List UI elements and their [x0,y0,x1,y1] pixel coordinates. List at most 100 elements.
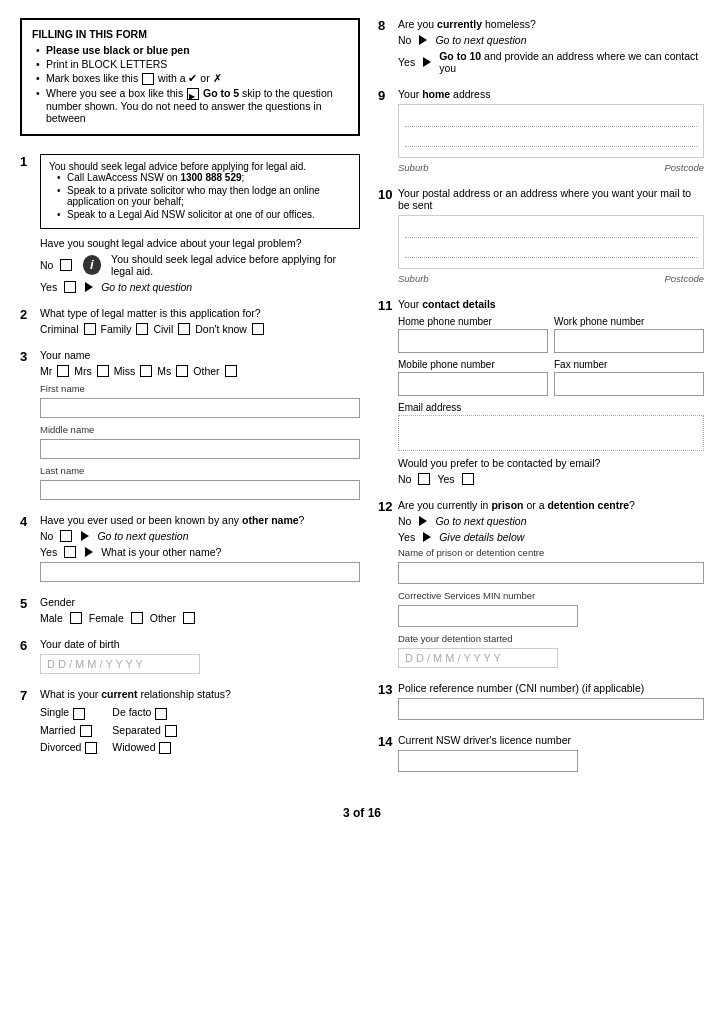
q3-number: 3 [20,349,36,364]
q5-number: 5 [20,596,36,611]
question-1: 1 You should seek legal advice before ap… [20,154,360,293]
q11-yes-label: Yes [437,473,454,485]
q3-middlename-input[interactable] [40,439,360,459]
q11-yes-checkbox[interactable] [462,473,474,485]
q1-no-label: No [40,259,53,271]
q3-lastname-input[interactable] [40,480,360,500]
q1-yes-checkbox[interactable] [64,281,76,293]
q3-lastname-label: Last name [40,465,360,476]
q13-input[interactable] [398,698,704,720]
q11-email-pref-row: Would you prefer to be contacted by emai… [398,457,704,469]
q1-info-icon: i [83,255,101,275]
q10-address-line2[interactable] [405,240,697,258]
q7-divorced-checkbox[interactable] [85,742,97,754]
q11-email-input[interactable] [398,415,704,451]
q4-no-checkbox[interactable] [60,530,72,542]
q11-email-label: Email address [398,402,704,413]
q6-date-input[interactable]: D D / M M / Y Y Y Y [40,654,200,674]
q3-miss-checkbox[interactable] [140,365,152,377]
q3-firstname-input[interactable] [40,398,360,418]
q11-email-pref-label: Would you prefer to be contacted by emai… [398,457,600,469]
q8-no-arrow [419,35,427,45]
question-9: 9 Your home address Suburb Postcode [378,88,704,173]
q7-widowed-checkbox[interactable] [159,742,171,754]
q9-address-line1[interactable] [405,109,697,127]
q11-fax-label: Fax number [554,359,704,370]
question-6: 6 Your date of birth D D / M M / Y Y Y Y [20,638,360,674]
q8-no-goto: Go to next question [435,34,526,46]
q5-other-checkbox[interactable] [183,612,195,624]
instructions-box: FILLING IN THIS FORM Please use black or… [20,18,360,136]
q11-home-phone-group: Home phone number [398,316,548,353]
q2-civil-checkbox[interactable] [178,323,190,335]
q4-goto-text: Go to next question [97,530,188,542]
q3-other-checkbox[interactable] [225,365,237,377]
q3-title-row: Mr Mrs Miss Ms Other [40,365,360,377]
q7-defacto-checkbox[interactable] [155,708,167,720]
question-4: 4 Have you ever used or been known by an… [20,514,360,582]
q7-separated-checkbox[interactable] [165,725,177,737]
q11-mobile-input[interactable] [398,372,548,396]
q2-label: What type of legal matter is this applic… [40,307,360,319]
q12-date-input[interactable]: D D / M M / Y Y Y Y [398,648,558,668]
question-14: 14 Current NSW driver's licence number [378,734,704,772]
q12-prison-input[interactable] [398,562,704,584]
q7-married-checkbox[interactable] [80,725,92,737]
q12-prison-label: Name of prison or detention centre [398,547,704,558]
q3-mr-checkbox[interactable] [57,365,69,377]
q12-no-row: No Go to next question [398,515,704,527]
q3-ms-checkbox[interactable] [176,365,188,377]
q2-criminal-checkbox[interactable] [84,323,96,335]
q10-postcode-label: Postcode [664,273,704,284]
q11-work-phone-input[interactable] [554,329,704,353]
q6-label: Your date of birth [40,638,360,650]
q11-no-checkbox[interactable] [418,473,430,485]
question-13: 13 Police reference number (CNI number) … [378,682,704,720]
question-3: 3 Your name Mr Mrs Miss Ms Other First n… [20,349,360,500]
q12-min-label: Corrective Services MIN number [398,590,704,601]
q8-no-row: No Go to next question [398,34,704,46]
q2-family-checkbox[interactable] [136,323,148,335]
q14-number: 14 [378,734,394,749]
q4-yes-arrow [85,547,93,557]
q12-yes-arrow [423,532,431,542]
q1-info-box: You should seek legal advice before appl… [40,154,360,229]
q5-label: Gender [40,596,360,608]
q3-mrs-checkbox[interactable] [97,365,109,377]
q11-email-group: Email address [398,402,704,451]
q4-yes-checkbox[interactable] [64,546,76,558]
q4-othername-input[interactable] [40,562,360,582]
q5-male-checkbox[interactable] [70,612,82,624]
q11-no-label: No [398,473,411,485]
q1-yes-label: Yes [40,281,57,293]
q1-yes-row: Yes Go to next question [40,281,360,293]
q8-yes-row: Yes Go to 10 and provide an address wher… [398,50,704,74]
q4-yes-row: Yes What is your other name? [40,546,360,558]
instruction-item-1: Please use black or blue pen [36,44,348,56]
q9-number: 9 [378,88,394,103]
q9-suburb-label: Suburb [398,162,429,173]
question-12: 12 Are you currently in prison or a dete… [378,499,704,668]
q2-options-row: Criminal Family Civil Don't know [40,323,360,335]
q1-no-checkbox[interactable] [60,259,71,271]
q5-options-row: Male Female Other [40,612,360,624]
q3-firstname-label: First name [40,383,360,394]
q12-min-input[interactable] [398,605,578,627]
q4-label: Have you ever used or been known by any … [40,514,360,526]
q10-address-line1[interactable] [405,220,697,238]
q2-dontknow-checkbox[interactable] [252,323,264,335]
instruction-item-3: Mark boxes like this with a ✔ or ✗ [36,72,348,85]
q7-single-checkbox[interactable] [73,708,85,720]
q12-number: 12 [378,499,394,514]
q11-home-phone-input[interactable] [398,329,548,353]
q14-input[interactable] [398,750,578,772]
question-8: 8 Are you currently homeless? No Go to n… [378,18,704,74]
q13-label: Police reference number (CNI number) (if… [398,682,704,694]
question-7: 7 What is your current relationship stat… [20,688,360,756]
q9-address-line2[interactable] [405,129,697,147]
q9-address-box [398,104,704,158]
q12-label: Are you currently in prison or a detenti… [398,499,704,511]
q11-label: Your contact details [398,298,704,310]
q5-female-checkbox[interactable] [131,612,143,624]
q11-fax-input[interactable] [554,372,704,396]
